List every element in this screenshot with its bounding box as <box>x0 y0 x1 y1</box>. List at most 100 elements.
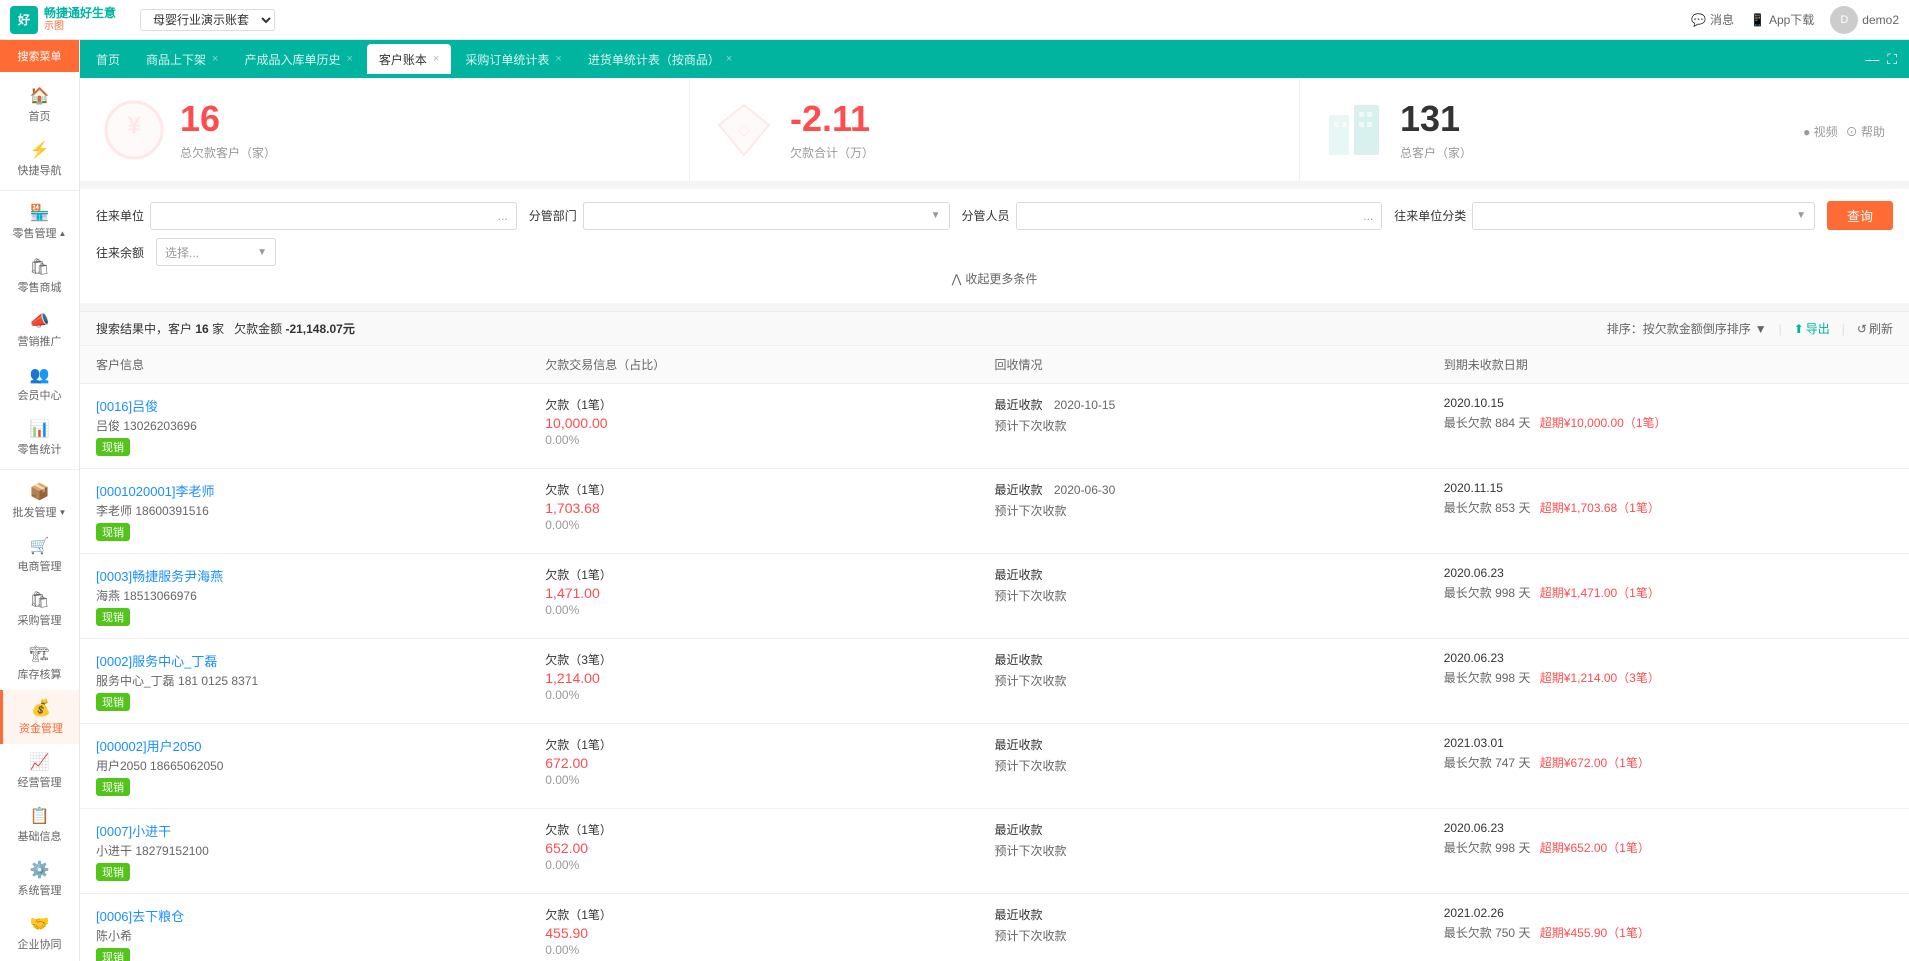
query-button[interactable]: 查询 <box>1827 201 1893 230</box>
debt-amount[interactable]: 1,471.00 <box>545 585 994 601</box>
sidebar-item-label: 企业协同 <box>4 936 75 952</box>
sidebar-item-retail-mgmt[interactable]: 🏪 零售管理 ▲ <box>0 195 79 249</box>
overdue-amount-link[interactable]: 超期¥1,703.68（1笔） <box>1540 501 1660 515</box>
filter-counterparty: 往来单位 ... <box>96 202 517 230</box>
debt-info-cell: 欠款（1笔） 455.90 0.00% <box>545 906 994 961</box>
customer-phone: 海燕 18513066976 <box>96 587 545 604</box>
collection-cell: 最近收款 2020-10-15 预计下次收款 <box>995 396 1444 456</box>
table-row: [0001020001]李老师 李老师 18600391516 现销 欠款（1笔… <box>80 469 1909 554</box>
customer-name[interactable]: [0016]吕俊 <box>96 396 545 415</box>
app-download-button[interactable]: 📱 App下载 <box>1750 11 1814 28</box>
col-header-collection: 回收情况 <box>995 356 1444 373</box>
overdue-amount-link[interactable]: 超期¥652.00（1笔） <box>1540 841 1650 855</box>
filter-counterparty-input[interactable]: ... <box>150 202 517 230</box>
overdue-detail: 最长欠款 998 天 超期¥1,471.00（1笔） <box>1444 584 1893 601</box>
tab-close-icon[interactable]: × <box>555 53 561 65</box>
customer-name[interactable]: [0002]服务中心_丁磊 <box>96 651 545 670</box>
tab-product-shelf[interactable]: 商品上下架 × <box>134 44 230 74</box>
filter-dept-arrow: ▼ <box>931 210 941 221</box>
customer-name[interactable]: [000002]用户2050 <box>96 736 545 755</box>
sidebar-item-wholesale[interactable]: 📦 批发管理 ▼ <box>0 474 79 528</box>
customer-name[interactable]: [0006]去下粮仓 <box>96 906 545 925</box>
overdue-date: 2020.06.23 <box>1444 821 1893 835</box>
customer-info-cell: [0007]小进干 小进干 18279152100 现销 <box>96 821 545 881</box>
collection-next: 预计下次收款 <box>995 417 1444 434</box>
video-action[interactable]: ● 视频 <box>1803 123 1838 140</box>
help-action[interactable]: ⊙ 帮助 <box>1846 123 1885 140</box>
debt-amount[interactable]: 1,214.00 <box>545 670 994 686</box>
marketing-icon: 📣 <box>4 311 75 331</box>
tab-purchase-goods[interactable]: 进货单统计表（按商品） × <box>576 44 744 74</box>
debt-amount[interactable]: 1,703.68 <box>545 500 994 516</box>
tab-label: 商品上下架 <box>146 51 206 68</box>
sidebar-item-operations[interactable]: 📈 经营管理 <box>0 744 79 798</box>
collapse-icon: ⋀ <box>952 272 962 286</box>
sidebar-item-label: 零售管理 ▲ <box>4 225 75 241</box>
sidebar-search[interactable]: 搜索菜单 <box>0 40 79 72</box>
stat-info-debt-total: -2.11 欠款合计（万） <box>790 98 874 161</box>
sidebar-item-home[interactable]: 🏠 首页 <box>0 78 79 132</box>
customer-info-cell: [0003]畅捷服务尹海燕 海燕 18513066976 现销 <box>96 566 545 626</box>
sidebar-divider-2 <box>0 469 79 470</box>
debt-count: 欠款（1笔） <box>545 566 994 583</box>
sidebar-item-system[interactable]: ⚙️ 系统管理 <box>0 852 79 906</box>
sidebar-item-finance[interactable]: 💰 资金管理 <box>0 690 79 744</box>
filter-category-input[interactable]: ▼ <box>1472 202 1815 230</box>
sidebar-item-inventory[interactable]: 🏗 库存核算 <box>0 636 79 690</box>
maximize-icon[interactable]: ⛶ <box>1887 51 1897 68</box>
collection-cell: 最近收款 预计下次收款 <box>995 566 1444 626</box>
tab-close-icon[interactable]: × <box>212 53 218 65</box>
user-menu[interactable]: D demo2 <box>1830 6 1899 34</box>
stat-info-total-customers: 131 总客户（家） <box>1400 98 1472 161</box>
sidebar-item-collab[interactable]: 🤝 企业协同 <box>0 906 79 960</box>
sidebar-item-purchase[interactable]: 🛍 采购管理 <box>0 582 79 636</box>
overdue-amount-link[interactable]: 超期¥10,000.00（1笔） <box>1540 416 1667 430</box>
sidebar-item-retail-mall[interactable]: 🛍 零售商城 <box>0 249 79 303</box>
purchase-icon: 🛍 <box>4 590 75 610</box>
overdue-amount-link[interactable]: 超期¥672.00（1笔） <box>1540 756 1650 770</box>
debt-amount[interactable]: 455.90 <box>545 925 994 941</box>
export-button[interactable]: ⬆ 导出 <box>1794 320 1830 337</box>
overdue-amount-link[interactable]: 超期¥455.90（1笔） <box>1540 926 1650 940</box>
filter-balance-select[interactable]: 选择... ▼ <box>156 238 276 266</box>
sidebar-item-marketing[interactable]: 📣 营销推广 <box>0 303 79 357</box>
tab-home[interactable]: 首页 <box>84 44 132 74</box>
debt-amount[interactable]: 652.00 <box>545 840 994 856</box>
customer-name[interactable]: [0003]畅捷服务尹海燕 <box>96 566 545 585</box>
filter-collapse-button[interactable]: ⋀ 收起更多条件 <box>96 266 1893 291</box>
industry-selector[interactable]: 母婴行业演示账套 <box>140 9 275 31</box>
sidebar-item-ecommerce[interactable]: 🛒 电商管理 <box>0 528 79 582</box>
topbar-left: 好 畅捷通好生意 示图 母婴行业演示账套 <box>10 6 275 34</box>
svg-text:◇: ◇ <box>738 121 751 138</box>
operations-icon: 📈 <box>4 752 75 772</box>
overdue-date: 2021.03.01 <box>1444 736 1893 750</box>
minimize-icon[interactable]: — <box>1865 51 1879 67</box>
sort-arrow: ▼ <box>1755 322 1767 336</box>
collection-latest: 最近收款 2020-10-15 <box>995 396 1444 413</box>
overdue-amount-link[interactable]: 超期¥1,214.00（3笔） <box>1540 671 1660 685</box>
collection-cell: 最近收款 预计下次收款 <box>995 651 1444 711</box>
overdue-amount-link[interactable]: 超期¥1,471.00（1笔） <box>1540 586 1660 600</box>
sidebar-item-quick-nav[interactable]: ⚡ 快捷导航 <box>0 132 79 186</box>
customer-name[interactable]: [0001020001]李老师 <box>96 481 545 500</box>
tab-close-icon[interactable]: × <box>433 53 439 65</box>
message-button[interactable]: 💬 消息 <box>1691 11 1734 28</box>
debt-amount[interactable]: 672.00 <box>545 755 994 771</box>
tab-purchase-stats[interactable]: 采购订单统计表 × <box>453 44 573 74</box>
customer-name[interactable]: [0007]小进干 <box>96 821 545 840</box>
refresh-divider: | <box>1842 322 1845 336</box>
filter-dept-input[interactable]: ▼ <box>583 202 950 230</box>
debt-count: 欠款（1笔） <box>545 396 994 413</box>
tab-product-history[interactable]: 产成品入库单历史 × <box>232 44 364 74</box>
sidebar-item-basic-info[interactable]: 📋 基础信息 <box>0 798 79 852</box>
refresh-button[interactable]: ↺ 刷新 <box>1857 320 1893 337</box>
sidebar-item-member[interactable]: 👥 会员中心 <box>0 357 79 411</box>
overdue-date: 2020.10.15 <box>1444 396 1893 410</box>
tab-close-icon[interactable]: × <box>726 53 732 65</box>
sort-selector[interactable]: 排序：按欠款金额倒序排序 ▼ <box>1607 320 1767 337</box>
tab-close-icon[interactable]: × <box>346 53 352 65</box>
filter-person-input[interactable]: ... <box>1016 202 1383 230</box>
debt-amount[interactable]: 10,000.00 <box>545 415 994 431</box>
tab-customer-ledger[interactable]: 客户账本 × <box>367 44 451 74</box>
sidebar-item-retail-stats[interactable]: 📊 零售统计 <box>0 411 79 465</box>
